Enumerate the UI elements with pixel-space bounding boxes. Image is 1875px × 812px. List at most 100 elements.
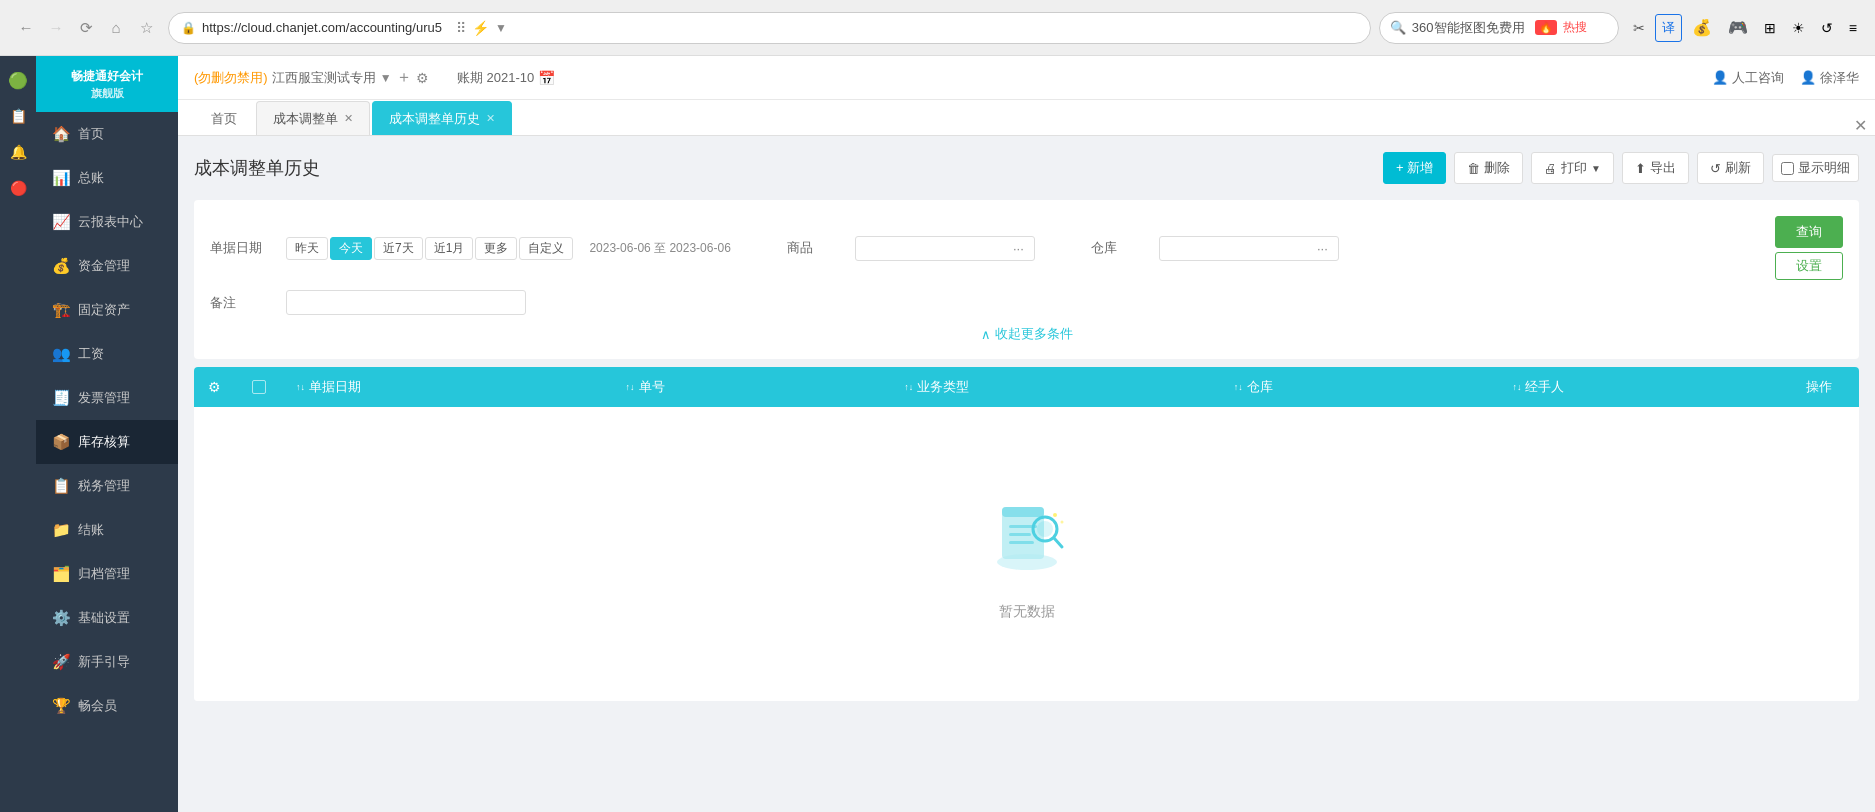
tab-home[interactable]: 首页 — [194, 101, 254, 135]
sidebar-item-home[interactable]: 🏠 首页 — [36, 112, 178, 156]
sidebar-item-inventory[interactable]: 📦 库存核算 — [36, 420, 178, 464]
ledger-menu-icon: 📊 — [52, 169, 70, 187]
back-button[interactable]: ← — [12, 14, 40, 42]
tab-cost-adjust[interactable]: 成本调整单 ✕ — [256, 101, 370, 135]
icon-sidebar-item-2[interactable]: 📋 — [2, 100, 34, 132]
menu-tool[interactable]: ≡ — [1843, 16, 1863, 40]
sidebar-item-ledger[interactable]: 📊 总账 — [36, 156, 178, 200]
export-button[interactable]: ⬆ 导出 — [1622, 152, 1689, 184]
print-dropdown-icon[interactable]: ▼ — [1591, 163, 1601, 174]
icon-sidebar-item-3[interactable]: 🔔 — [2, 136, 34, 168]
th-handler[interactable]: ↑↓ 经手人 — [1500, 378, 1779, 396]
calendar-button[interactable]: 📅 — [538, 70, 555, 86]
th-biz-type[interactable]: ↑↓ 业务类型 — [892, 378, 1222, 396]
date-btn-more[interactable]: 更多 — [475, 237, 517, 260]
service-icon: 👤 — [1712, 70, 1728, 85]
sidebar-item-guide[interactable]: 🚀 新手引导 — [36, 640, 178, 684]
sidebar-item-funds-label: 资金管理 — [78, 257, 130, 275]
empty-state: 暂无数据 — [194, 407, 1859, 701]
star-button[interactable]: ☆ — [132, 14, 160, 42]
date-btn-7days[interactable]: 近7天 — [374, 237, 423, 260]
date-btn-custom[interactable]: 自定义 — [519, 237, 573, 260]
display-detail-toggle[interactable]: 显示明细 — [1772, 154, 1859, 182]
browser-search-bar[interactable]: 🔍 360智能抠图免费用 🔥 热搜 — [1379, 12, 1619, 44]
sidebar-item-archive[interactable]: 🗂️ 归档管理 — [36, 552, 178, 596]
company-settings-button[interactable]: ⚙ — [416, 70, 429, 86]
icon-sidebar-item-4[interactable]: 🔴 — [2, 172, 34, 204]
home-button[interactable]: ⌂ — [102, 14, 130, 42]
collapse-button[interactable]: ∧ 收起更多条件 — [981, 325, 1073, 343]
user-profile-button[interactable]: 👤 徐泽华 — [1800, 69, 1859, 87]
period-info: 账期 2021-10 📅 — [457, 69, 556, 87]
sidebar-item-fixed-assets[interactable]: 🏗️ 固定资产 — [36, 288, 178, 332]
main-content: 成本调整单历史 + 新增 🗑 删除 🖨 打印 ▼ ⬆ 导出 — [178, 136, 1875, 812]
date-range-display: 2023-06-06 至 2023-06-06 — [589, 240, 730, 257]
url-bar[interactable]: 🔒 https://cloud.chanjet.com/accounting/u… — [168, 12, 1371, 44]
tax-menu-icon: 📋 — [52, 477, 70, 495]
warehouse-select[interactable]: ··· — [1159, 236, 1339, 261]
sidebar-item-close-accounts[interactable]: 📁 结账 — [36, 508, 178, 552]
remark-input[interactable] — [286, 290, 526, 315]
service-button[interactable]: 👤 人工咨询 — [1712, 69, 1784, 87]
company-dropdown-button[interactable]: ▼ — [380, 71, 392, 85]
hot-label: 热搜 — [1563, 19, 1587, 36]
service-label: 人工咨询 — [1732, 69, 1784, 87]
sidebar-item-reports[interactable]: 📈 云报表中心 — [36, 200, 178, 244]
url-text: https://cloud.chanjet.com/accounting/uru… — [202, 20, 442, 35]
th-checkbox[interactable] — [234, 380, 284, 394]
game-tool[interactable]: 🎮 — [1722, 14, 1754, 41]
lock-icon: 🔒 — [181, 21, 196, 35]
select-all-checkbox[interactable] — [252, 380, 266, 394]
add-company-button[interactable]: ＋ — [396, 67, 412, 88]
sidebar-item-invoice[interactable]: 🧾 发票管理 — [36, 376, 178, 420]
sidebar-item-payroll-label: 工资 — [78, 345, 104, 363]
translate-tool[interactable]: 译 — [1655, 14, 1682, 42]
th-warehouse[interactable]: ↑↓ 仓库 — [1222, 378, 1501, 396]
tab-cost-adjust-history-close[interactable]: ✕ — [486, 112, 495, 125]
home-menu-icon: 🏠 — [52, 125, 70, 143]
sidebar-item-tax[interactable]: 📋 税务管理 — [36, 464, 178, 508]
icon-sidebar: 🟢 📋 🔔 🔴 — [0, 56, 36, 812]
table-settings-icon[interactable]: ⚙ — [208, 379, 221, 395]
sidebar-item-fixed-assets-label: 固定资产 — [78, 301, 130, 319]
query-button[interactable]: 查询 — [1775, 216, 1843, 248]
display-detail-checkbox[interactable] — [1781, 162, 1794, 175]
tab-cost-adjust-history[interactable]: 成本调整单历史 ✕ — [372, 101, 512, 135]
refresh-button[interactable]: ↺ 刷新 — [1697, 152, 1764, 184]
date-btn-yesterday[interactable]: 昨天 — [286, 237, 328, 260]
undo-tool[interactable]: ↺ — [1815, 16, 1839, 40]
add-button[interactable]: + 新增 — [1383, 152, 1446, 184]
setting-button[interactable]: 设置 — [1775, 252, 1843, 280]
warehouse-dots: ··· — [1317, 241, 1328, 256]
filter-panel: 单据日期 昨天 今天 近7天 近1月 更多 自定义 2023-06-06 至 2… — [194, 200, 1859, 359]
tab-cost-adjust-close[interactable]: ✕ — [344, 112, 353, 125]
sidebar-item-membership[interactable]: 🏆 畅会员 — [36, 684, 178, 728]
close-all-tabs-button[interactable]: ✕ — [1846, 116, 1875, 135]
sidebar-item-payroll[interactable]: 👥 工资 — [36, 332, 178, 376]
scissors-tool[interactable]: ✂ — [1627, 16, 1651, 40]
date-btn-today[interactable]: 今天 — [330, 237, 372, 260]
reload-button[interactable]: ⟳ — [72, 14, 100, 42]
goods-select[interactable]: ··· — [855, 236, 1035, 261]
search-icon: 🔍 — [1390, 20, 1406, 35]
inventory-menu-icon: 📦 — [52, 433, 70, 451]
sidebar-item-funds[interactable]: 💰 资金管理 — [36, 244, 178, 288]
print-button[interactable]: 🖨 打印 ▼ — [1531, 152, 1614, 184]
browser-bar: ← → ⟳ ⌂ ☆ 🔒 https://cloud.chanjet.com/ac… — [0, 0, 1875, 56]
delete-button[interactable]: 🗑 删除 — [1454, 152, 1523, 184]
coin-tool[interactable]: 💰 — [1686, 14, 1718, 41]
invoice-menu-icon: 🧾 — [52, 389, 70, 407]
th-date[interactable]: ↑↓ 单据日期 — [284, 378, 614, 396]
dropdown-icon[interactable]: ▼ — [495, 21, 507, 35]
th-settings[interactable]: ⚙ — [194, 379, 234, 395]
print-icon: 🖨 — [1544, 161, 1557, 176]
icon-sidebar-item-1[interactable]: 🟢 — [2, 64, 34, 96]
th-biztype-label: 业务类型 — [917, 378, 969, 396]
brightness-tool[interactable]: ☀ — [1786, 16, 1811, 40]
grid-tool[interactable]: ⊞ — [1758, 16, 1782, 40]
user-avatar-icon: 👤 — [1800, 70, 1816, 85]
sidebar-item-settings[interactable]: ⚙️ 基础设置 — [36, 596, 178, 640]
date-btn-1month[interactable]: 近1月 — [425, 237, 474, 260]
th-number[interactable]: ↑↓ 单号 — [614, 378, 893, 396]
forward-button[interactable]: → — [42, 14, 70, 42]
